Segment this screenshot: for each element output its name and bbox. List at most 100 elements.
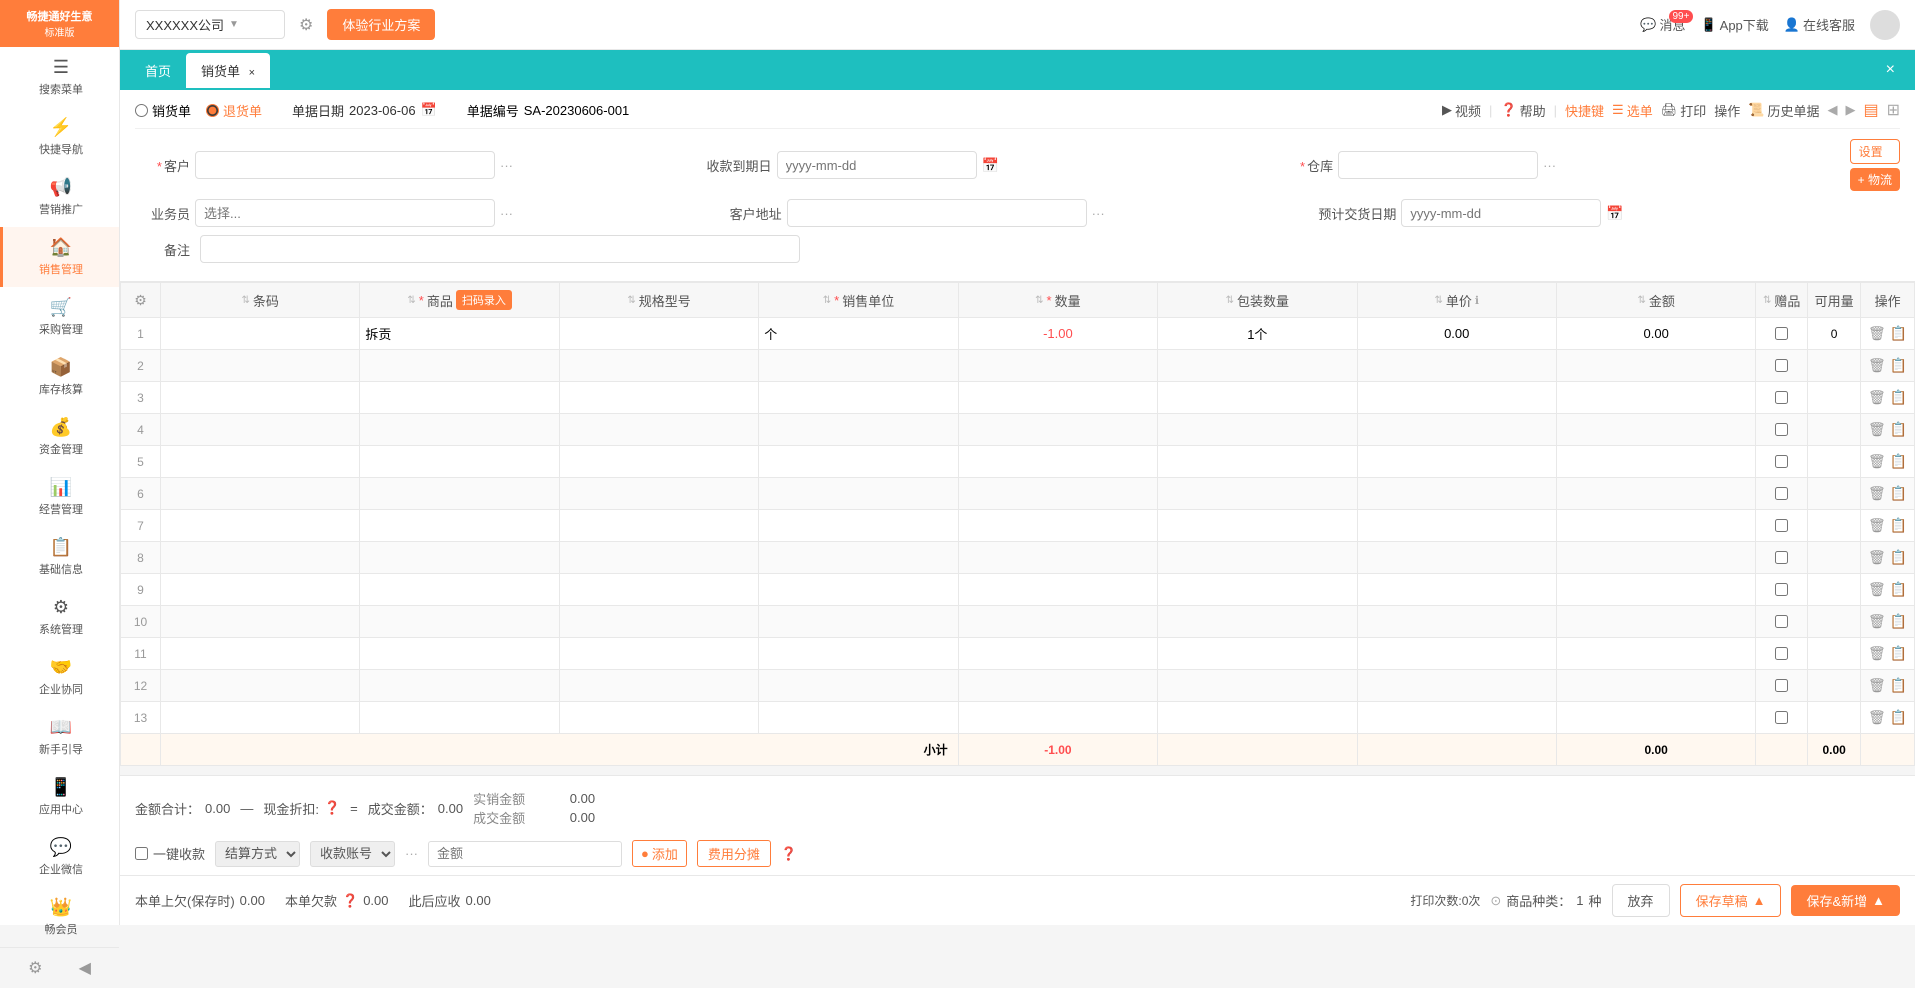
copy-row-btn[interactable]: 📋 <box>1890 325 1907 342</box>
tab-sales-order[interactable]: 销货单 × <box>186 53 270 88</box>
cell-product[interactable] <box>360 670 559 702</box>
spec-input[interactable] <box>565 710 753 725</box>
qty-input[interactable] <box>964 550 1152 565</box>
radio-return-input[interactable] <box>206 104 219 117</box>
grid-view-icon[interactable]: ⊞ <box>1887 100 1900 120</box>
cell-qty[interactable] <box>958 638 1157 670</box>
cell-qty[interactable] <box>958 446 1157 478</box>
delete-row-btn[interactable]: 🗑 <box>1868 485 1886 502</box>
cell-product[interactable] <box>360 606 559 638</box>
gift-checkbox[interactable] <box>1775 615 1788 628</box>
cell-unit[interactable] <box>759 382 958 414</box>
copy-row-btn[interactable]: 📋 <box>1890 581 1907 598</box>
cell-qty[interactable] <box>958 478 1157 510</box>
pkg-qty-input[interactable] <box>1163 486 1351 501</box>
cell-qty[interactable] <box>958 670 1157 702</box>
sort-pkg-icon[interactable]: ⇅ <box>1226 295 1234 306</box>
sidebar-item-corpwechat[interactable]: 💬 企业微信 <box>0 827 119 887</box>
gift-checkbox[interactable] <box>1775 679 1788 692</box>
sidebar-item-ops[interactable]: 📊 经营管理 <box>0 467 119 527</box>
cell-price[interactable] <box>1357 382 1556 414</box>
delete-row-btn[interactable]: 🗑 <box>1868 357 1886 374</box>
gift-checkbox[interactable] <box>1775 359 1788 372</box>
cell-price[interactable] <box>1357 574 1556 606</box>
cell-barcode[interactable] <box>161 606 360 638</box>
cell-gift[interactable] <box>1756 318 1808 350</box>
barcode-input[interactable] <box>166 454 354 469</box>
price-input[interactable] <box>1363 422 1551 437</box>
cell-unit[interactable] <box>759 638 958 670</box>
operate-btn[interactable]: 操作 <box>1714 101 1740 120</box>
close-all-tabs-icon[interactable]: × <box>1876 61 1905 79</box>
cell-product[interactable] <box>360 318 559 350</box>
unit-input[interactable] <box>764 582 952 597</box>
pkg-qty-input[interactable] <box>1163 454 1351 469</box>
due-date-input[interactable] <box>777 151 977 179</box>
delete-row-btn[interactable]: 🗑 <box>1868 581 1886 598</box>
amount-input-cell[interactable] <box>1562 454 1750 469</box>
cell-spec[interactable] <box>559 318 758 350</box>
sort-qty-icon[interactable]: ⇅ <box>1035 295 1043 306</box>
sidebar-item-marketing[interactable]: 📢 营销推广 <box>0 167 119 227</box>
copy-row-btn[interactable]: 📋 <box>1890 389 1907 406</box>
copy-row-btn[interactable]: 📋 <box>1890 709 1907 726</box>
price-input[interactable] <box>1363 390 1551 405</box>
cell-unit[interactable] <box>759 702 958 734</box>
spec-input[interactable] <box>565 550 753 565</box>
copy-row-btn[interactable]: 📋 <box>1890 645 1907 662</box>
cell-product[interactable] <box>360 702 559 734</box>
price-input[interactable] <box>1363 614 1551 629</box>
cell-barcode[interactable] <box>161 318 360 350</box>
copy-row-btn[interactable]: 📋 <box>1890 517 1907 534</box>
product-input[interactable] <box>365 422 553 437</box>
copy-row-btn[interactable]: 📋 <box>1890 421 1907 438</box>
sort-amount-icon[interactable]: ⇅ <box>1637 295 1645 306</box>
sort-product-icon[interactable]: ⇅ <box>407 295 415 306</box>
spec-input[interactable] <box>565 326 753 341</box>
cell-pkg-qty[interactable] <box>1158 670 1357 702</box>
pkg-qty-input[interactable] <box>1163 422 1351 437</box>
cell-product[interactable] <box>360 350 559 382</box>
copy-row-btn[interactable]: 📋 <box>1890 549 1907 566</box>
barcode-input[interactable] <box>166 486 354 501</box>
cell-unit[interactable] <box>759 510 958 542</box>
unit-input[interactable] <box>764 646 952 661</box>
cell-product[interactable] <box>360 478 559 510</box>
cell-amount[interactable] <box>1556 542 1755 574</box>
product-input[interactable] <box>365 710 553 725</box>
cell-price[interactable] <box>1357 510 1556 542</box>
cell-product[interactable] <box>360 510 559 542</box>
cell-barcode[interactable] <box>161 446 360 478</box>
cell-amount[interactable] <box>1556 446 1755 478</box>
cell-gift[interactable] <box>1756 478 1808 510</box>
cell-pkg-qty[interactable] <box>1158 446 1357 478</box>
product-input[interactable] <box>365 486 553 501</box>
cell-barcode[interactable] <box>161 478 360 510</box>
cell-gift[interactable] <box>1756 574 1808 606</box>
warehouse-more-icon[interactable]: ··· <box>1543 158 1556 173</box>
amount-input-cell[interactable] <box>1562 486 1750 501</box>
spec-input[interactable] <box>565 518 753 533</box>
date-calendar-icon[interactable]: 📅 <box>421 102 437 118</box>
cell-barcode[interactable] <box>161 670 360 702</box>
gift-checkbox[interactable] <box>1775 455 1788 468</box>
qty-input[interactable] <box>964 518 1152 533</box>
price-input[interactable] <box>1363 518 1551 533</box>
sidebar-item-appcenter[interactable]: 📱 应用中心 <box>0 767 119 827</box>
copy-row-btn[interactable]: 📋 <box>1890 453 1907 470</box>
sidebar-item-member[interactable]: 👑 畅会员 <box>0 887 119 947</box>
price-input[interactable] <box>1363 326 1551 341</box>
cell-barcode[interactable] <box>161 542 360 574</box>
pkg-qty-input[interactable] <box>1163 646 1351 661</box>
unit-input[interactable] <box>764 710 952 725</box>
expected-date-input[interactable] <box>1401 199 1601 227</box>
pkg-qty-input[interactable] <box>1163 390 1351 405</box>
cell-product[interactable] <box>360 638 559 670</box>
delete-row-btn[interactable]: 🗑 <box>1868 421 1886 438</box>
price-input[interactable] <box>1363 710 1551 725</box>
cell-amount[interactable] <box>1556 318 1755 350</box>
sidebar-item-guide[interactable]: 📖 新手引导 <box>0 707 119 767</box>
sort-price-icon[interactable]: ⇅ <box>1434 295 1442 306</box>
cell-spec[interactable] <box>559 670 758 702</box>
price-input[interactable] <box>1363 454 1551 469</box>
